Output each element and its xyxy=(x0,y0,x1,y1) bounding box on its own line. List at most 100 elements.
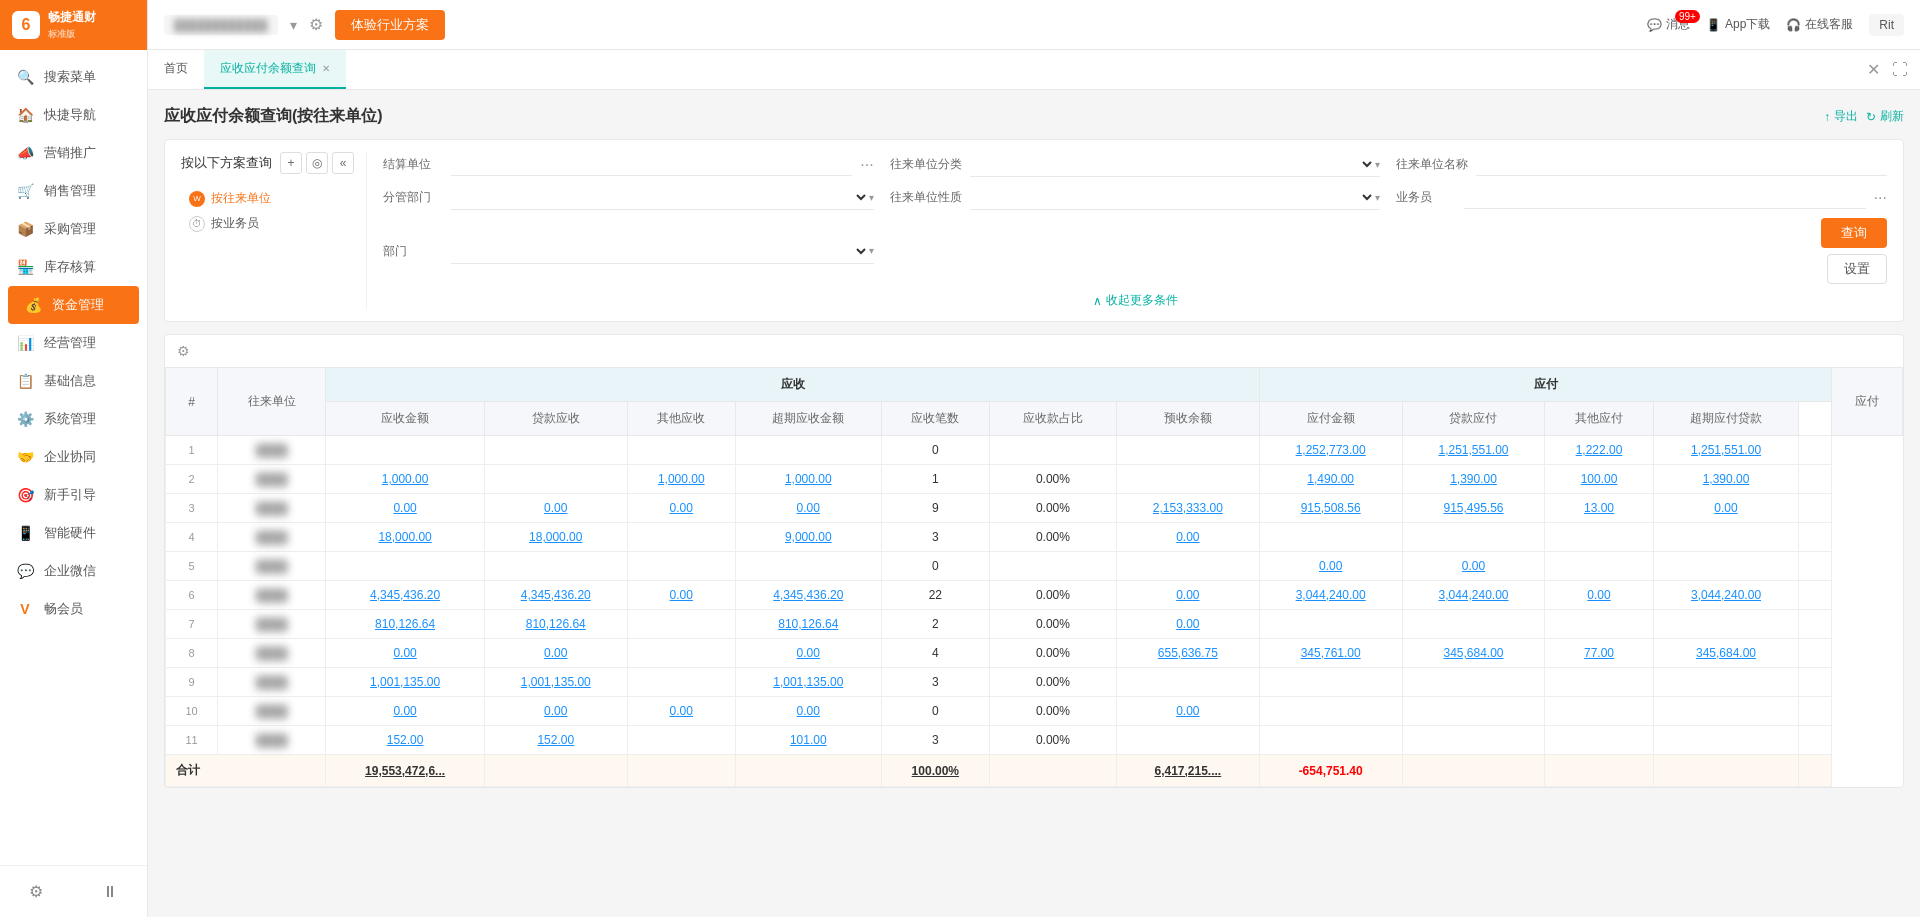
tab-home[interactable]: 首页 xyxy=(148,50,204,89)
settlement-unit-input[interactable] xyxy=(451,153,852,176)
dept-select[interactable] xyxy=(451,239,869,263)
settings-bottom-icon[interactable]: ⚙ xyxy=(21,874,51,909)
refresh-button[interactable]: ↻ 刷新 xyxy=(1866,108,1904,125)
export-button[interactable]: ↑ 导出 xyxy=(1824,108,1858,125)
partner-category-select[interactable] xyxy=(970,152,1376,176)
sidebar-item-nav[interactable]: 🏠 快捷导航 xyxy=(0,96,147,134)
more-scheme-button[interactable]: « xyxy=(332,152,354,174)
edit-scheme-button[interactable]: ◎ xyxy=(306,152,328,174)
sidebar-item-hardware[interactable]: 📱 智能硬件 xyxy=(0,514,147,552)
finance-icon: 💰 xyxy=(24,296,42,314)
sidebar-label-member: 畅会员 xyxy=(44,600,83,618)
close-window-icon[interactable]: ✕ xyxy=(1867,60,1880,79)
scheme-by-salesperson[interactable]: ⏱ 按业务员 xyxy=(181,211,354,236)
setting-button[interactable]: 设置 xyxy=(1827,254,1887,284)
sidebar-item-finance[interactable]: 💰 资金管理 xyxy=(8,286,139,324)
app-download-button[interactable]: 📱 App下载 xyxy=(1706,16,1770,33)
page-wrapper: 应收应付余额查询(按往来单位) ↑ 导出 ↻ 刷新 按以下方案查询 xyxy=(148,90,1920,804)
footer-ar-total[interactable]: 19,553,472,6... xyxy=(326,755,485,787)
footer-ar-ratio: 100.00% xyxy=(881,755,989,787)
field-partner-nature: 往来单位性质 ▾ xyxy=(890,185,1381,210)
message-button[interactable]: 💬 消息 99+ xyxy=(1647,16,1690,33)
sidebar-item-sales[interactable]: 🛒 销售管理 xyxy=(0,172,147,210)
col-ar-count: 应收笔数 xyxy=(881,402,989,436)
topbar-left: ████████████ ▾ ⚙ 体验行业方案 xyxy=(164,10,445,40)
col-ap-loan: 贷款应付 xyxy=(1402,402,1545,436)
sidebar-label-finance: 资金管理 xyxy=(52,296,104,314)
app-label: App下载 xyxy=(1725,16,1770,33)
message-badge: 99+ xyxy=(1675,10,1700,23)
salesperson-label: 业务员 xyxy=(1396,189,1456,206)
sidebar-item-collab[interactable]: 🤝 企业协同 xyxy=(0,438,147,476)
sidebar-label-marketing: 营销推广 xyxy=(44,144,96,162)
sidebar-logo: 6 畅捷通财 标准版 xyxy=(0,0,147,50)
search-actions: 查询 设置 xyxy=(1396,218,1887,284)
sidebar-item-search[interactable]: 🔍 搜索菜单 xyxy=(0,58,147,96)
partner-name-input[interactable] xyxy=(1476,153,1887,176)
col-ap-amount: 应付金额 xyxy=(1259,402,1402,436)
search-label: 按以下方案查询 xyxy=(181,154,272,172)
page-header: 应收应付余额查询(按往来单位) ↑ 导出 ↻ 刷新 xyxy=(164,106,1904,127)
partner-cell: ████ xyxy=(218,494,326,523)
tabbar-actions: ✕ ⛶ xyxy=(1855,50,1920,89)
service-icon: 🎧 xyxy=(1786,18,1801,32)
partner-cell: ████ xyxy=(218,436,326,465)
sidebar-item-basic[interactable]: 📋 基础信息 xyxy=(0,362,147,400)
dept-select-wrapper[interactable]: ▾ xyxy=(451,239,874,264)
partner-cell: ████ xyxy=(218,465,326,494)
col-ar-group-header: 应收 xyxy=(326,368,1259,402)
settlement-unit-label: 结算单位 xyxy=(383,156,443,173)
scheme-partner-icon: W xyxy=(189,191,205,207)
sidebar-item-system[interactable]: ⚙️ 系统管理 xyxy=(0,400,147,438)
trial-button[interactable]: 体验行业方案 xyxy=(335,10,445,40)
tab-arquery[interactable]: 应收应付余额查询 ✕ xyxy=(204,50,346,89)
sidebar-label-system: 系统管理 xyxy=(44,410,96,428)
field-settlement-unit: 结算单位 ··· xyxy=(383,152,874,177)
sidebar-label-collab: 企业协同 xyxy=(44,448,96,466)
sidebar-item-marketing[interactable]: 📣 营销推广 xyxy=(0,134,147,172)
dept-head-select-wrapper[interactable]: ▾ xyxy=(451,185,874,210)
partner-category-select-wrapper[interactable]: ▾ xyxy=(970,152,1381,177)
sidebar-label-nav: 快捷导航 xyxy=(44,106,96,124)
sales-icon: 🛒 xyxy=(16,182,34,200)
sidebar-item-member[interactable]: V 畅会员 xyxy=(0,590,147,628)
purchase-icon: 📦 xyxy=(16,220,34,238)
collapse-button[interactable]: ∧ 收起更多条件 xyxy=(383,292,1887,309)
dept-head-select[interactable] xyxy=(451,185,869,209)
sidebar-item-purchase[interactable]: 📦 采购管理 xyxy=(0,210,147,248)
chevron-down-icon: ▾ xyxy=(1375,159,1380,170)
search-fields: 结算单位 ··· 往来单位分类 ▾ 往来单位名称 xyxy=(383,152,1887,284)
field-dept-head: 分管部门 ▾ xyxy=(383,185,874,210)
online-service-button[interactable]: 🎧 在线客服 xyxy=(1786,16,1853,33)
partner-nature-select[interactable] xyxy=(970,185,1376,209)
sidebar-item-inventory[interactable]: 🏪 库存核算 xyxy=(0,248,147,286)
col-ar-overdue: 超期应收金额 xyxy=(735,402,881,436)
tab-close-icon[interactable]: ✕ xyxy=(322,63,330,74)
main-content: 应收应付余额查询(按往来单位) ↑ 导出 ↻ 刷新 按以下方案查询 xyxy=(148,90,1920,917)
query-button[interactable]: 查询 xyxy=(1821,218,1887,248)
partner-nature-select-wrapper[interactable]: ▾ xyxy=(970,185,1381,210)
logo-title: 畅捷通财 xyxy=(48,9,96,26)
maximize-icon[interactable]: ⛶ xyxy=(1892,61,1908,79)
sidebar-item-operations[interactable]: 📊 经营管理 xyxy=(0,324,147,362)
sidebar-item-wechat[interactable]: 💬 企业微信 xyxy=(0,552,147,590)
partner-cell: ████ xyxy=(218,610,326,639)
system-icon: ⚙️ xyxy=(16,410,34,428)
sidebar-item-guide[interactable]: 🎯 新手引导 xyxy=(0,476,147,514)
collapse-sidebar-icon[interactable]: ⏸ xyxy=(94,875,126,909)
settings-icon[interactable]: ⚙ xyxy=(309,15,323,34)
table-row: 2████1,000.001,000.001,000.0010.00%1,490… xyxy=(166,465,1903,494)
scheme-by-partner[interactable]: W 按往来单位 xyxy=(181,186,354,211)
scheme-partner-label: 按往来单位 xyxy=(211,190,271,207)
salesperson-picker-icon[interactable]: ··· xyxy=(1874,189,1887,207)
partner-cell: ████ xyxy=(218,668,326,697)
search-icon: 🔍 xyxy=(16,68,34,86)
salesperson-input[interactable] xyxy=(1464,186,1865,209)
add-scheme-button[interactable]: + xyxy=(280,152,302,174)
export-icon: ↑ xyxy=(1824,110,1830,124)
settlement-unit-picker-icon[interactable]: ··· xyxy=(860,156,873,174)
table-config-icon[interactable]: ⚙ xyxy=(177,343,190,359)
sidebar-bottom: ⚙ ⏸ xyxy=(0,865,147,917)
user-menu[interactable]: Rit xyxy=(1869,14,1904,36)
dropdown-arrow-icon[interactable]: ▾ xyxy=(290,17,297,33)
